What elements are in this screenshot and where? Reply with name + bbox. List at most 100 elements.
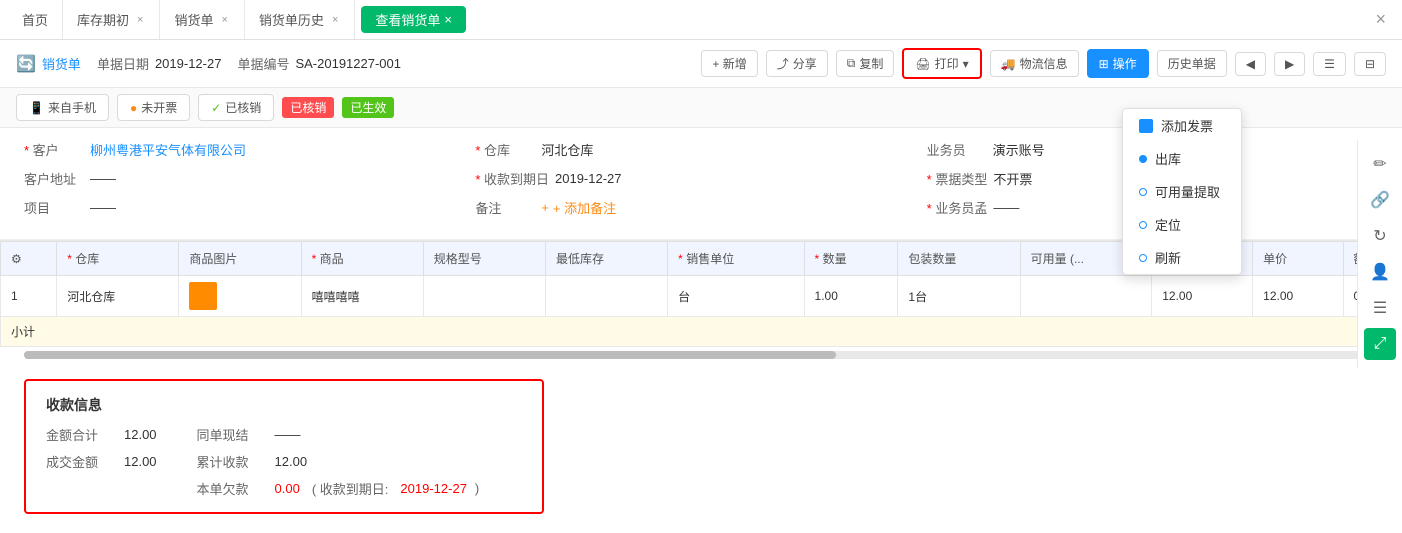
logistics-button[interactable]: 🚚 物流信息	[990, 50, 1079, 77]
side-expand-icon[interactable]: ⤢	[1364, 328, 1396, 360]
operation-icon: ⊞	[1099, 57, 1109, 71]
dropdown-add-invoice[interactable]: 添加发票	[1123, 109, 1241, 142]
tab-sales-history[interactable]: 销货单历史 ×	[245, 0, 355, 39]
staff-value: 演示账号	[993, 140, 1045, 159]
copy-button[interactable]: ⧉ 复制	[836, 50, 895, 77]
next-button[interactable]: ▶	[1274, 52, 1305, 76]
doc-icon: 🔄	[16, 54, 36, 74]
dropdown-locate[interactable]: 定位	[1123, 208, 1241, 241]
check-button[interactable]: ✓ 已核销	[198, 94, 274, 121]
customer-label: 客户	[24, 140, 84, 159]
table-row: 1 河北仓库 嘻嘻嘻嘻 台 1.00 1台 12.00 12.00 0.	[1, 276, 1402, 317]
tab-home[interactable]: 首页	[8, 0, 63, 39]
print-button[interactable]: 🖨 打印 ▾	[905, 51, 978, 76]
doc-meta: 单据日期 2019-12-27 单据编号 SA-20191227-001	[97, 54, 685, 73]
effective-status-badge: 已生效	[342, 97, 394, 118]
col-sales-unit: 销售单位	[668, 242, 804, 276]
date-label: 单据日期	[97, 54, 149, 73]
tab-close-inventory[interactable]: ×	[135, 12, 145, 28]
address-label: 客户地址	[24, 169, 84, 188]
ticket-type-label: 票据类型	[927, 169, 988, 188]
mobile-icon: 📱	[29, 101, 44, 115]
plus-icon: +	[541, 200, 549, 215]
add-note-button[interactable]: + + 添加备注	[541, 198, 616, 217]
cell-row-num: 1	[1, 276, 57, 317]
scrollbar-thumb[interactable]	[24, 351, 836, 359]
tab-close-history[interactable]: ×	[330, 12, 340, 28]
dropdown-outbound[interactable]: 出库	[1123, 142, 1241, 175]
receipt-rows: 金额合计 12.00 成交金额 12.00 同单现结 —— 累计收款	[46, 425, 522, 498]
side-user-icon[interactable]: 👤	[1364, 256, 1396, 288]
main-content: 🔄 销货单 单据日期 2019-12-27 单据编号 SA-20191227-0…	[0, 40, 1402, 533]
due-date: 2019-12-27	[400, 481, 467, 496]
window-close-button[interactable]: ×	[1367, 9, 1394, 30]
tab-sales-order[interactable]: 销货单 ×	[160, 0, 244, 39]
print-icon: 🖨	[915, 57, 930, 71]
tab-label: 查看销货单	[375, 10, 440, 29]
total-value: 12.00	[124, 427, 157, 442]
cell-product: 嘻嘻嘻嘻	[301, 276, 423, 317]
horizontal-scrollbar[interactable]	[24, 351, 1378, 359]
copy-label: 复制	[859, 55, 883, 72]
due-prefix: ( 收款到期日:	[312, 479, 389, 498]
cell-min-stock	[545, 276, 667, 317]
from-mobile-button[interactable]: 📱 来自手机	[16, 94, 109, 121]
cumulative-value: 12.00	[275, 454, 308, 469]
not-open-button[interactable]: ● 未开票	[117, 94, 190, 121]
address-field: 客户地址 ——	[24, 169, 475, 188]
side-edit-icon[interactable]: ✏	[1364, 148, 1396, 180]
doc-title: 🔄 销货单	[16, 54, 81, 74]
receipt-col-left: 金额合计 12.00 成交金额 12.00	[46, 425, 157, 498]
share-button[interactable]: ⤴ 分享	[766, 50, 828, 77]
deal-label: 成交金额	[46, 452, 116, 471]
operation-button[interactable]: ⊞ 操作	[1087, 49, 1149, 78]
tab-inventory-init[interactable]: 库存期初 ×	[63, 0, 160, 39]
tab-close-view[interactable]: ×	[444, 12, 452, 27]
view-grid-button[interactable]: ⊟	[1354, 52, 1386, 76]
logistics-icon: 🚚	[1001, 57, 1016, 71]
dropdown-available-fetch[interactable]: 可用量提取	[1123, 175, 1241, 208]
customer-value[interactable]: 柳州粤港平安气体有限公司	[90, 140, 246, 159]
deal-value: 12.00	[124, 454, 157, 469]
side-rotate-icon[interactable]: ↻	[1364, 220, 1396, 252]
side-link-icon[interactable]: 🔗	[1364, 184, 1396, 216]
total-label: 金额合计	[46, 425, 116, 444]
same-settle-value: ——	[275, 427, 301, 442]
due-value: 0.00	[275, 481, 300, 496]
new-button[interactable]: + 新增	[701, 50, 757, 77]
copy-icon: ⧉	[847, 56, 856, 71]
staff-label: 业务员	[927, 140, 987, 159]
history-button[interactable]: 历史单据	[1157, 50, 1227, 77]
tab-close-sales[interactable]: ×	[219, 12, 229, 28]
tab-view-sales[interactable]: 查看销货单 ×	[361, 6, 466, 33]
view-list-button[interactable]: ☰	[1313, 52, 1346, 76]
receipt-deal-row: 成交金额 12.00	[46, 452, 157, 471]
check-icon: ✓	[211, 101, 221, 115]
invoice-icon	[1139, 119, 1153, 133]
dropdown-refresh[interactable]: 刷新	[1123, 241, 1241, 274]
same-settle-label: 同单现结	[197, 425, 267, 444]
ticket-icon: ●	[130, 101, 137, 115]
cell-quantity: 1.00	[804, 276, 898, 317]
tab-label: 销货单	[174, 10, 213, 29]
col-settings[interactable]: ⚙	[1, 242, 57, 276]
receipt-same-settle-row: 同单现结 ——	[197, 425, 480, 444]
note-label: 备注	[475, 198, 535, 217]
not-open-label: 未开票	[141, 99, 177, 116]
address-value: ——	[90, 171, 116, 186]
number-value: SA-20191227-001	[295, 56, 401, 71]
cell-product-img	[179, 276, 301, 317]
due-suffix: )	[475, 481, 479, 496]
cell-spec	[423, 276, 545, 317]
cell-unit-price: 12.00	[1253, 276, 1343, 317]
tab-label: 销货单历史	[259, 10, 324, 29]
prev-button[interactable]: ◀	[1235, 52, 1266, 76]
tab-label: 首页	[22, 10, 48, 29]
payment-date-value: 2019-12-27	[555, 171, 622, 186]
doc-header: 🔄 销货单 单据日期 2019-12-27 单据编号 SA-20191227-0…	[0, 40, 1402, 88]
project-field: 项目 ——	[24, 198, 475, 217]
side-list-icon[interactable]: ☰	[1364, 292, 1396, 324]
number-label: 单据编号	[237, 54, 289, 73]
warehouse-field: 仓库 河北仓库	[475, 140, 926, 159]
tab-bar: 首页 库存期初 × 销货单 × 销货单历史 × 查看销货单 × ×	[0, 0, 1402, 40]
